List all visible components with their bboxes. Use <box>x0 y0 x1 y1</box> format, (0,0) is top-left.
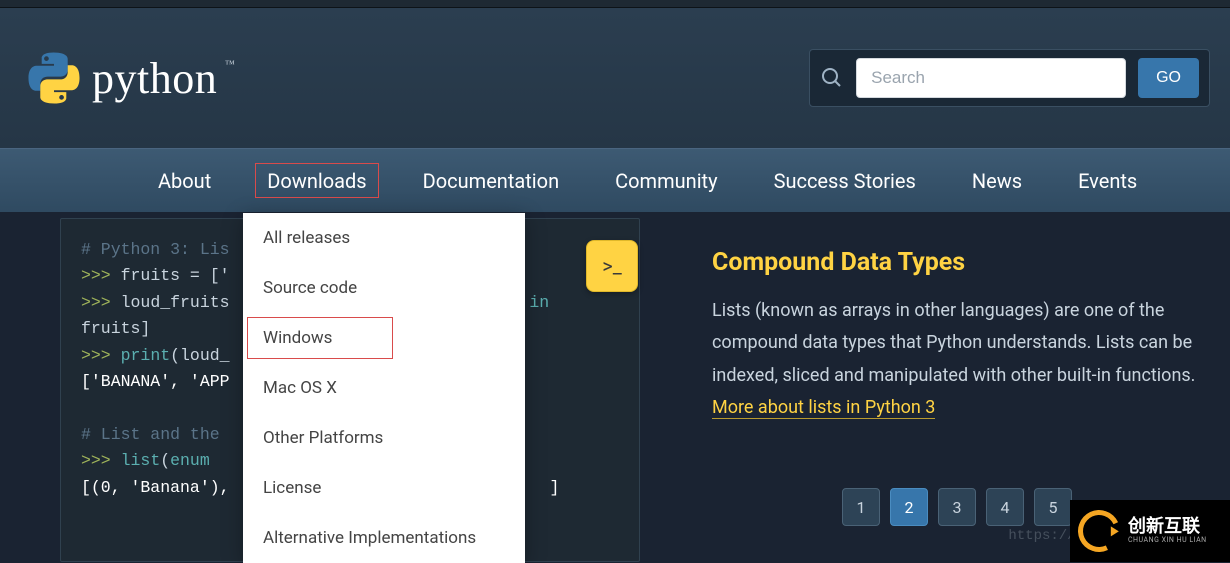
nav-events[interactable]: Events <box>1050 149 1165 212</box>
corner-brand-logo: 创新互联 CHUANG XIN HU LIAN <box>1070 500 1230 562</box>
dd-source-code[interactable]: Source code <box>243 263 525 313</box>
search-input[interactable] <box>856 58 1126 98</box>
search-container: GO <box>809 49 1210 107</box>
code-function: print <box>121 346 171 365</box>
nav-success-stories[interactable]: Success Stories <box>746 149 944 212</box>
dd-macosx[interactable]: Mac OS X <box>243 363 525 413</box>
dd-windows[interactable]: Windows <box>243 313 525 363</box>
nav-documentation[interactable]: Documentation <box>395 149 588 212</box>
info-title: Compound Data Types <box>712 248 1212 277</box>
page-1[interactable]: 1 <box>842 488 880 526</box>
page-3[interactable]: 3 <box>938 488 976 526</box>
dd-alternative-implementations[interactable]: Alternative Implementations <box>243 513 525 563</box>
page-5[interactable]: 5 <box>1034 488 1072 526</box>
corner-ring-icon <box>1072 504 1126 558</box>
info-body: Lists (known as arrays in other language… <box>712 295 1212 425</box>
code-prompt: >>> <box>81 451 121 470</box>
code-output: ['BANANA', 'APP <box>81 372 230 391</box>
go-button[interactable]: GO <box>1138 58 1199 98</box>
prompt-icon: >_ <box>602 254 621 278</box>
trademark: ™ <box>225 59 235 70</box>
slide-pager: 1 2 3 4 5 <box>842 488 1072 526</box>
top-bar <box>0 0 1230 8</box>
dd-other-platforms[interactable]: Other Platforms <box>243 413 525 463</box>
page-4[interactable]: 4 <box>986 488 1024 526</box>
nav-downloads[interactable]: Downloads <box>239 149 394 212</box>
code-function: enum <box>170 451 210 470</box>
code-comment: # List and the <box>81 425 230 444</box>
dd-all-releases[interactable]: All releases <box>243 213 525 263</box>
code-text: fruits] <box>81 319 150 338</box>
python-logo-icon <box>28 52 80 104</box>
code-output: [(0, 'Banana'), <box>81 478 230 497</box>
info-text: Lists (known as arrays in other language… <box>712 300 1195 386</box>
code-text: loud_fruits <box>121 293 230 312</box>
header: python ™ GO <box>0 8 1230 148</box>
dd-license[interactable]: License <box>243 463 525 513</box>
code-prompt: >>> <box>81 346 121 365</box>
page-2[interactable]: 2 <box>890 488 928 526</box>
code-output: ] <box>550 478 560 497</box>
code-function: list <box>121 451 161 470</box>
code-prompt: >>> <box>81 293 121 312</box>
code-text: fruits = [' <box>121 266 230 285</box>
corner-brand-sub: CHUANG XIN HU LIAN <box>1128 536 1207 544</box>
nav-news[interactable]: News <box>944 149 1050 212</box>
main-nav: About Downloads Documentation Community … <box>0 148 1230 212</box>
logo-text: python ™ <box>92 53 217 104</box>
logo[interactable]: python ™ <box>28 52 217 104</box>
nav-about[interactable]: About <box>130 149 239 212</box>
nav-community[interactable]: Community <box>587 149 745 212</box>
code-comment: # Python 3: Lis <box>81 240 230 259</box>
launch-shell-button[interactable]: >_ <box>586 240 638 292</box>
search-icon <box>820 66 844 90</box>
downloads-dropdown: All releases Source code Windows Mac OS … <box>243 213 525 563</box>
code-prompt: >>> <box>81 266 121 285</box>
code-keyword: in <box>529 293 549 312</box>
corner-brand-text: 创新互联 <box>1128 518 1207 536</box>
info-link[interactable]: More about lists in Python 3 <box>712 397 935 419</box>
code-text: ( <box>160 451 170 470</box>
code-text: (loud_ <box>170 346 229 365</box>
